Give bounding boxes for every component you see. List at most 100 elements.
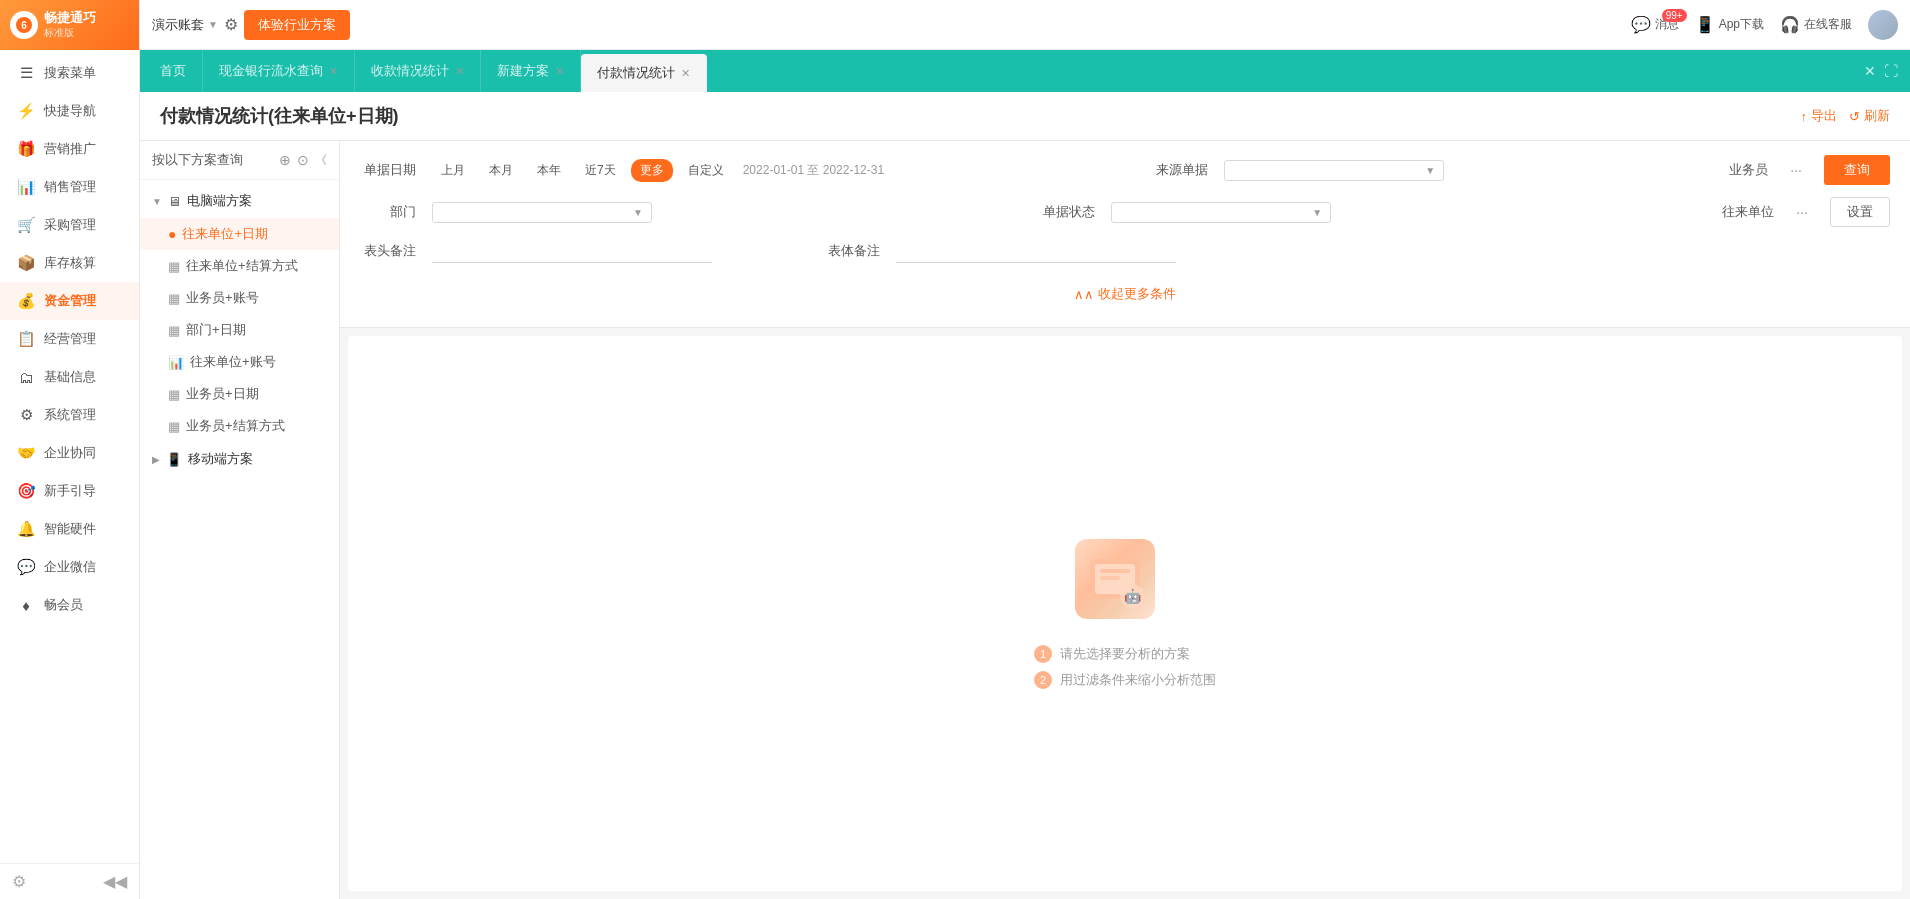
scheme-icon-unit-date: ● (168, 226, 176, 242)
app-download-item[interactable]: 📱 App下载 (1695, 15, 1764, 34)
collapse-sidebar-icon[interactable]: ◀◀ (103, 872, 127, 891)
scheme-item-staff-settlement[interactable]: ▦业务员+结算方式 (140, 410, 339, 442)
avatar[interactable] (1868, 10, 1898, 40)
online-service-item[interactable]: 🎧 在线客服 (1780, 15, 1852, 34)
logo-icon: 6 (10, 11, 38, 39)
scheme-item-unit-settlement[interactable]: ▦往来单位+结算方式 (140, 250, 339, 282)
tab-close-payments[interactable]: ✕ (681, 67, 690, 80)
staff-select-trigger[interactable]: ··· (1784, 158, 1808, 182)
sidebar-item-sales[interactable]: 📊销售管理 (0, 168, 139, 206)
query-button[interactable]: 查询 (1824, 155, 1890, 185)
sidebar-icon-member: ♦ (16, 597, 36, 614)
refresh-button[interactable]: ↺ 刷新 (1849, 107, 1890, 125)
sidebar-item-operations[interactable]: 📋经营管理 (0, 320, 139, 358)
date-this-year[interactable]: 本年 (528, 158, 570, 183)
dept-select[interactable]: ▼ (432, 202, 652, 223)
scheme-item-unit-date[interactable]: ●往来单位+日期 (140, 218, 339, 250)
export-button[interactable]: ↑ 导出 (1801, 107, 1838, 125)
trial-button[interactable]: 体验行业方案 (244, 10, 350, 40)
tab-close-bank-flow[interactable]: ✕ (329, 65, 338, 78)
scheme-item-staff-account[interactable]: ▦业务员+账号 (140, 282, 339, 314)
date-last-7-days[interactable]: 近7天 (576, 158, 625, 183)
filter-row-2: 部门 ▼ 单据状态 ▼ 往来单位 ··· (360, 197, 1890, 227)
sidebar-label-cooperation: 企业协同 (44, 444, 96, 462)
tab-close-receipts[interactable]: ✕ (455, 65, 464, 78)
sidebar-label-wechat: 企业微信 (44, 558, 96, 576)
sidebar-label-capital: 资金管理 (44, 292, 96, 310)
sidebar-item-marketing[interactable]: 🎁营销推广 (0, 130, 139, 168)
sidebar-label-sales: 销售管理 (44, 178, 96, 196)
sidebar-item-inventory[interactable]: 📦库存核算 (0, 244, 139, 282)
desktop-group-arrow: ▼ (152, 196, 162, 207)
expand-window-icon[interactable]: ⛶ (1884, 63, 1898, 79)
sidebar-icon-guide: 🎯 (16, 482, 36, 500)
scheme-icon-unit-account: 📊 (168, 355, 184, 370)
scheme-item-unit-account[interactable]: 📊往来单位+账号 (140, 346, 339, 378)
scheme-icon-dept-date: ▦ (168, 323, 180, 338)
date-last-month[interactable]: 上月 (432, 158, 474, 183)
tab-new-scheme[interactable]: 新建方案✕ (481, 50, 581, 92)
sidebar-label-marketing: 营销推广 (44, 140, 96, 158)
voucher-status-select[interactable]: ▼ (1111, 202, 1331, 223)
scheme-item-staff-date[interactable]: ▦业务员+日期 (140, 378, 339, 410)
sidebar-label-operations: 经营管理 (44, 330, 96, 348)
close-window-icon[interactable]: ✕ (1864, 63, 1876, 79)
mobile-group-header[interactable]: ▶ 📱 移动端方案 (140, 442, 339, 476)
hint-num-2: 2 (1034, 671, 1052, 689)
add-scheme-icon[interactable]: ⊕ (279, 152, 291, 168)
date-this-month[interactable]: 本月 (480, 158, 522, 183)
tab-receipts[interactable]: 收款情况统计 ✕ (355, 50, 481, 92)
sidebar-item-purchase[interactable]: 🛒采购管理 (0, 206, 139, 244)
source-select[interactable]: ▼ (1224, 160, 1444, 181)
sidebar-icon-cooperation: 🤝 (16, 444, 36, 462)
tab-payments[interactable]: 付款情况统计✕ (581, 54, 707, 92)
scheme-item-dept-date[interactable]: ▦部门+日期 (140, 314, 339, 346)
sidebar-item-search-menu[interactable]: ☰搜索菜单 (0, 54, 139, 92)
header-note-input[interactable] (432, 239, 712, 263)
sidebar-item-hardware[interactable]: 🔔智能硬件 (0, 510, 139, 548)
partner-select-trigger[interactable]: ··· (1790, 200, 1814, 224)
settings-button[interactable]: 设置 (1830, 197, 1890, 227)
collapse-bar[interactable]: ∧∧ 收起更多条件 (360, 275, 1890, 313)
sidebar-icon-basic-info: 🗂 (16, 369, 36, 386)
sidebar-item-member[interactable]: ♦畅会员 (0, 586, 139, 624)
sidebar-item-system[interactable]: ⚙系统管理 (0, 396, 139, 434)
sidebar-item-guide[interactable]: 🎯新手引导 (0, 472, 139, 510)
messages-badge: 99+ (1662, 9, 1687, 22)
scheme-icon-staff-account: ▦ (168, 291, 180, 306)
scheme-settings-icon[interactable]: ⊙ (297, 152, 309, 168)
content-area: 按以下方案查询 ⊕ ⊙ 《 ▼ 🖥 电脑端方案 (140, 141, 1910, 899)
topbar: 演示账套 ▼ ⚙ 体验行业方案 💬 消息 99+ 📱 App下载 🎧 在线客服 (140, 0, 1910, 50)
desktop-group-label: 电脑端方案 (187, 192, 252, 210)
sidebar-item-basic-info[interactable]: 🗂基础信息 (0, 358, 139, 396)
left-panel: 按以下方案查询 ⊕ ⊙ 《 ▼ 🖥 电脑端方案 (140, 141, 340, 899)
desktop-group-header[interactable]: ▼ 🖥 电脑端方案 (140, 184, 339, 218)
date-custom-btn[interactable]: 自定义 (679, 158, 733, 183)
sidebar-item-wechat[interactable]: 💬企业微信 (0, 548, 139, 586)
tab-label-receipts: 收款情况统计 (371, 62, 449, 80)
empty-text: 1 请先选择要分析的方案 2 用过滤条件来缩小分析范围 (1034, 645, 1216, 689)
scheme-icon-staff-settlement: ▦ (168, 419, 180, 434)
topbar-settings-icon[interactable]: ⚙ (224, 15, 238, 34)
collapse-icon: ∧∧ (1074, 287, 1094, 302)
page-content: 付款情况统计(往来单位+日期) ↑ 导出 ↺ 刷新 按以下方案查询 ⊕ (140, 92, 1910, 899)
svg-rect-4 (1100, 569, 1130, 573)
user-switcher[interactable]: 演示账套 ▼ (152, 16, 218, 34)
filter-row-1: 单据日期 上月 本月 本年 近7天 更多 自定义 2022-01-01 至 20… (360, 155, 1890, 185)
tab-home[interactable]: 首页 (144, 50, 203, 92)
date-range-display: 2022-01-01 至 2022-12-31 (743, 162, 884, 179)
tab-right-actions: ✕ ⛶ (1864, 50, 1906, 92)
sidebar-item-capital[interactable]: 💰资金管理 (0, 282, 139, 320)
messages-item[interactable]: 💬 消息 99+ (1631, 15, 1679, 34)
hint-text-2: 用过滤条件来缩小分析范围 (1060, 671, 1216, 689)
tab-bank-flow[interactable]: 现金银行流水查询✕ (203, 50, 355, 92)
sidebar-item-cooperation[interactable]: 🤝 企业协同 (0, 434, 139, 472)
dept-select-arrow: ▼ (633, 207, 643, 218)
body-note-input[interactable] (896, 239, 1176, 263)
date-more-btn[interactable]: 更多 (631, 159, 673, 182)
sidebar-item-quick-nav[interactable]: ⚡快捷导航 (0, 92, 139, 130)
empty-illustration: 🤖 (1075, 539, 1175, 629)
left-panel-collapse-icon[interactable]: 《 (315, 152, 327, 169)
settings-footer-icon[interactable]: ⚙ (12, 872, 26, 891)
tab-close-new-scheme[interactable]: ✕ (555, 65, 564, 78)
